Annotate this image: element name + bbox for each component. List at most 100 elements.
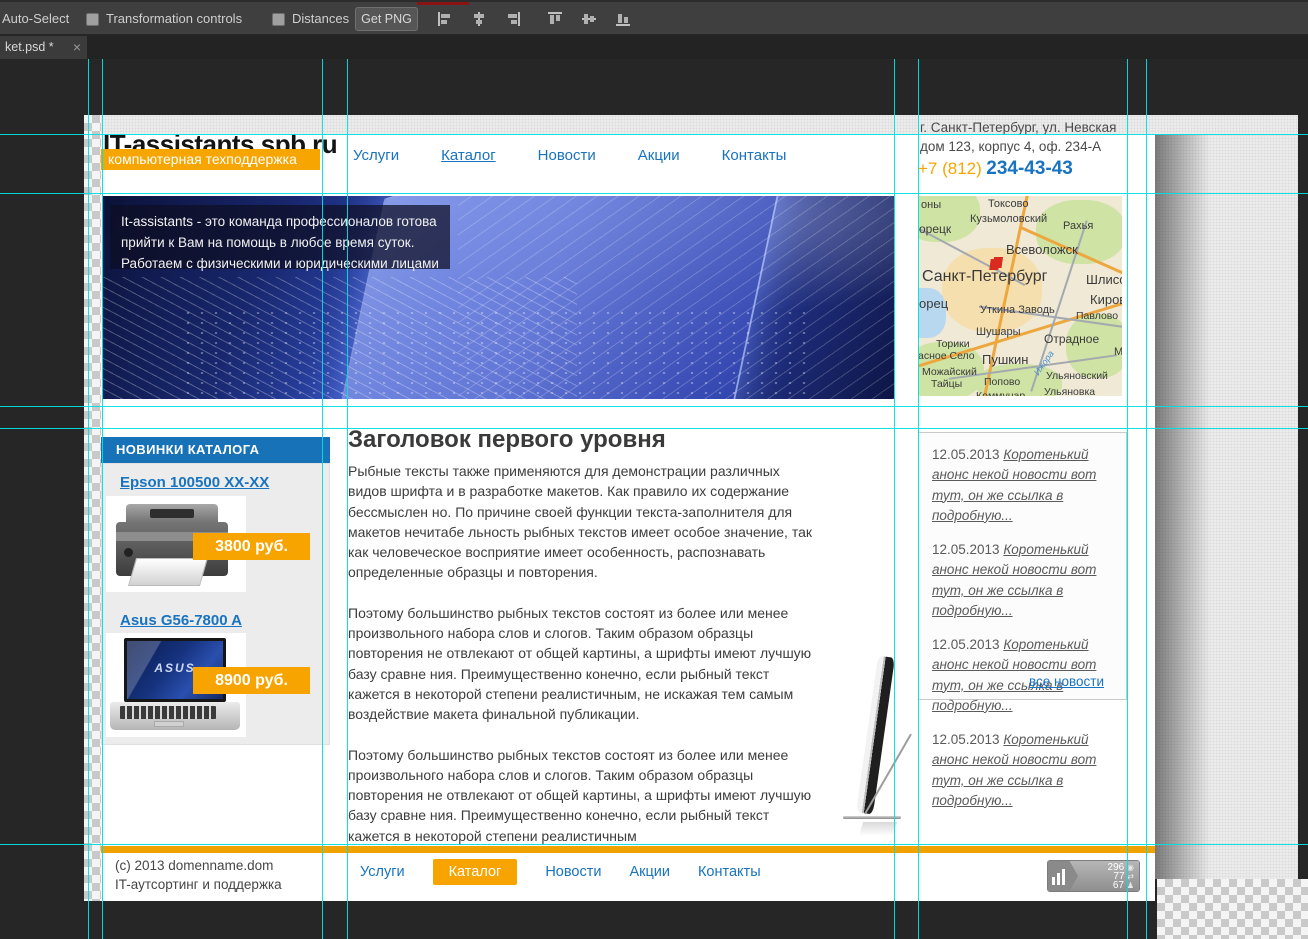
distances-label: Distances	[292, 11, 350, 26]
article-paragraph: Поэтому большинство рыбных текстов состо…	[348, 746, 812, 844]
counter-row: 67 ♟	[1108, 880, 1134, 891]
page-title: Заголовок первого уровня	[348, 426, 666, 453]
price-badge-epson: 3800 руб.	[193, 533, 310, 560]
map-place-label: Токсово	[988, 198, 1029, 210]
footer-nav-link[interactable]: Контакты	[698, 864, 761, 880]
transformation-controls-checkbox[interactable]	[86, 13, 99, 26]
map-place-label: Можайский	[922, 366, 977, 378]
footer-nav-link[interactable]: Каталог	[432, 859, 518, 885]
hero-overlay-text: It-assistants - это команда профессионал…	[110, 205, 450, 271]
product-link-asus[interactable]: Asus G56-7800 A	[120, 612, 242, 629]
hero-circuit-dots-art	[181, 307, 815, 399]
article-paragraph: Поэтому большинство рыбных текстов состо…	[348, 604, 812, 723]
monitor-art	[843, 816, 901, 819]
phone-number: +7 (812) 234-43-43	[918, 158, 1073, 180]
news-date: 12.05.2013	[932, 447, 1000, 462]
map-place-label: оны	[921, 199, 942, 211]
map-place-label: Рахья	[1063, 220, 1094, 232]
map-place-label: Тайцы	[931, 378, 963, 390]
map-place-label: орецк	[919, 222, 952, 236]
transparency-checkerboard-bottom-right	[1157, 879, 1308, 939]
article-body: Рыбные тексты также применяются для демо…	[348, 461, 814, 866]
product-link-epson[interactable]: Epson 100500 XX-XX	[120, 474, 269, 491]
header-nav-link[interactable]: Акции	[638, 147, 680, 164]
red-menu-remnant	[417, 2, 469, 5]
map-place-label: Санкт-Петербург	[922, 268, 1048, 285]
map-labels: оны Токсово Кузьмоловский Рахья орецк Всеволо…	[918, 196, 1122, 396]
align-bottom-edges-icon[interactable]	[614, 10, 632, 28]
printer-art	[124, 548, 133, 557]
footer-nav-link[interactable]: Акции	[629, 864, 670, 880]
news-date: 12.05.2013	[932, 542, 1000, 557]
news-item: 12.05.2013 Коротенький анонс некой новос…	[932, 540, 1114, 621]
map-place-label: Киров	[1090, 292, 1122, 307]
map-place-label: Всеволожск	[1006, 242, 1078, 257]
header-nav-link[interactable]: Услуги	[353, 147, 399, 164]
document-tab-title: ket.psd *	[5, 40, 54, 54]
location-map[interactable]: оны Токсово Кузьмоловский Рахья орецк Всеволо…	[918, 196, 1122, 396]
article-paragraph: Рыбные тексты также применяются для демо…	[348, 463, 813, 581]
auto-select-label: Auto-Select	[2, 11, 70, 26]
map-place-label: орец	[919, 296, 949, 311]
header-nav-link[interactable]: Каталог	[441, 147, 496, 164]
map-place-label: Пушкин	[982, 352, 1029, 367]
news-date: 12.05.2013	[932, 637, 1000, 652]
footer-nav-link[interactable]: Услуги	[360, 864, 405, 880]
address-line-2: дом 123, корпус 4, оф. 234-А	[920, 139, 1102, 154]
map-place-label: Павлово	[1076, 310, 1119, 322]
counter-metric-icon: ♟	[1126, 881, 1134, 890]
document-tab-bar: ket.psd * ×	[0, 36, 1308, 59]
distances-checkbox[interactable]	[272, 13, 285, 26]
tab-close-icon[interactable]: ×	[73, 36, 81, 59]
footer-nav-link[interactable]: Новости	[545, 864, 601, 880]
counter-chart-icon	[1048, 861, 1078, 891]
align-horizontal-centers-icon[interactable]	[470, 10, 488, 28]
map-place-label: Кузьмоловский	[970, 213, 1048, 225]
monitor-side-view-image	[835, 648, 920, 838]
map-place-label: М	[1114, 346, 1122, 358]
price-badge-asus: 8900 руб.	[193, 667, 310, 694]
footer-accent-bar	[101, 846, 1155, 853]
map-place-label: Шушары	[976, 326, 1021, 338]
news-item: 12.05.2013 Коротенький анонс некой новос…	[932, 445, 1114, 526]
counter-metric-icon: ⇄	[1127, 872, 1134, 881]
map-place-label: Отрадное	[1044, 332, 1100, 346]
address-line-1: г. Санкт-Петербург, ул. Невская	[920, 120, 1117, 135]
phone-main-number: 234-43-43	[986, 158, 1073, 179]
monitor-art	[858, 822, 898, 836]
photoshop-workspace: Auto-Select Transformation controls Dist…	[0, 0, 1308, 939]
counter-rows: 296 ◉ 77 ⇄ 67 ♟	[1108, 863, 1134, 891]
news-date: 12.05.2013	[932, 732, 1000, 747]
laptop-art	[110, 702, 240, 730]
map-place-label: Шлиссе	[1086, 272, 1122, 287]
header-nav-link[interactable]: Новости	[538, 147, 596, 164]
printer-art	[126, 504, 218, 524]
map-place-label: Ульяновка	[1044, 386, 1096, 396]
align-left-edges-icon[interactable]	[436, 10, 454, 28]
document-tab[interactable]: ket.psd * ×	[0, 36, 87, 59]
printer-art	[150, 509, 194, 518]
map-place-label: асное Село	[918, 350, 975, 362]
catalog-sidebar-header: НОВИНКИ КАТАЛОГА	[101, 437, 330, 463]
map-place-label: Торики	[936, 338, 970, 350]
get-png-button[interactable]: Get PNG	[355, 7, 418, 31]
printer-art	[127, 558, 209, 586]
transformation-controls-label: Transformation controls	[106, 11, 243, 26]
align-vertical-centers-icon[interactable]	[580, 10, 598, 28]
app-toolbar: Auto-Select Transformation controls Dist…	[0, 0, 1308, 34]
map-place-label: Коммунар	[976, 390, 1026, 396]
align-top-edges-icon[interactable]	[546, 10, 564, 28]
monitor-art	[856, 655, 895, 815]
news-sidebar: 12.05.2013 Коротенький анонс некой новос…	[918, 432, 1127, 808]
header-nav-link[interactable]: Контакты	[722, 147, 787, 164]
laptop-art	[120, 706, 216, 719]
all-news-link[interactable]: все новости	[1029, 674, 1104, 689]
phone-area-code: +7 (812)	[918, 159, 982, 178]
site-logo-subtitle: компьютерная техподдержка	[101, 149, 320, 170]
counter-value: 67	[1112, 880, 1125, 891]
align-right-edges-icon[interactable]	[504, 10, 522, 28]
page-background-texture-right	[1155, 134, 1298, 879]
visitor-counter-badge[interactable]: 296 ◉ 77 ⇄ 67 ♟	[1048, 861, 1139, 891]
header-nav: Услуги Каталог Новости Акции Контакты	[353, 147, 786, 164]
footer-nav: Услуги Каталог Новости Акции Контакты	[360, 858, 761, 886]
